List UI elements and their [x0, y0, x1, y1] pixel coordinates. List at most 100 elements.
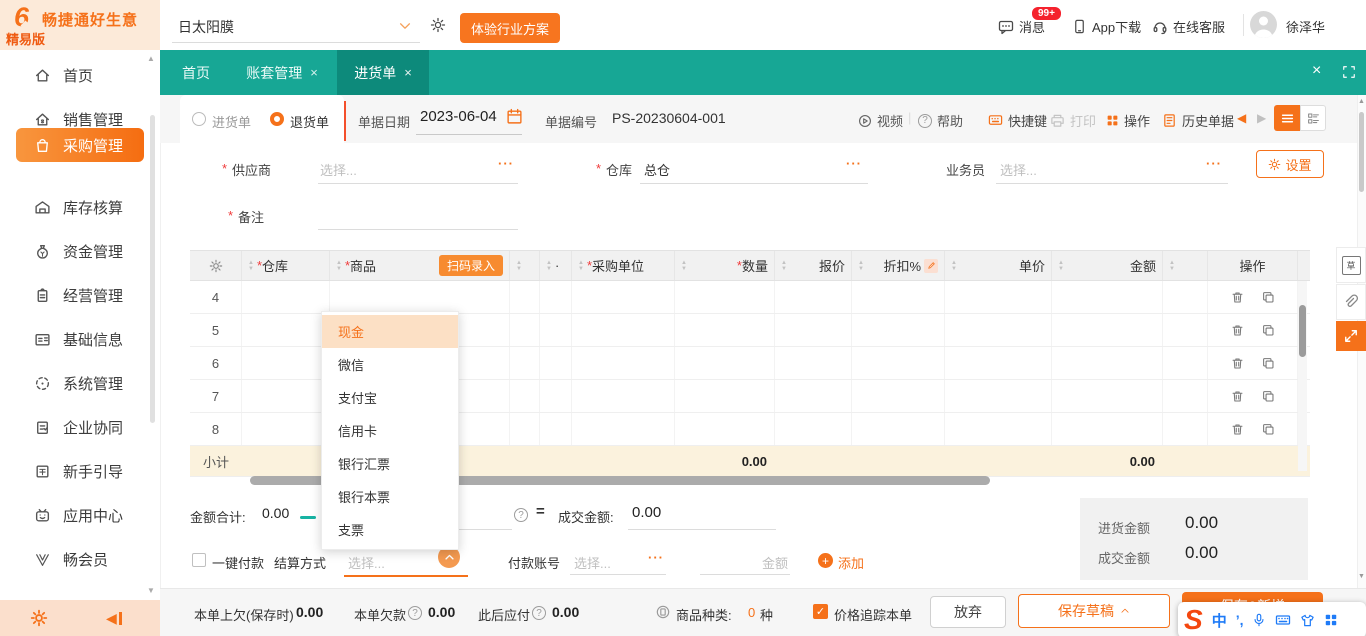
cell[interactable]: [1052, 281, 1163, 313]
tab-close-icon[interactable]: ×: [310, 65, 318, 80]
cell[interactable]: [510, 413, 540, 445]
warehouse-field[interactable]: 总仓: [644, 160, 670, 179]
support-button[interactable]: 在线客服: [1152, 17, 1225, 36]
add-payment-label[interactable]: 添加: [838, 553, 864, 572]
cell[interactable]: [510, 347, 540, 379]
cell[interactable]: [945, 281, 1052, 313]
ime-lang-toggle[interactable]: 中: [1212, 610, 1227, 631]
radio-purchase-order[interactable]: [192, 112, 206, 126]
cell[interactable]: [1163, 413, 1208, 445]
tab-close-icon[interactable]: ×: [404, 65, 412, 80]
cell[interactable]: [945, 314, 1052, 346]
sidebar-item-purchase[interactable]: 采购管理: [16, 128, 144, 162]
cell[interactable]: [1052, 413, 1163, 445]
avatar[interactable]: [1250, 11, 1277, 38]
header-gear-icon[interactable]: [190, 251, 242, 280]
table-row[interactable]: 4: [190, 281, 1310, 314]
help-button[interactable]: ? 帮助: [918, 111, 963, 130]
ime-mic-icon[interactable]: [1252, 613, 1266, 627]
help-circle-icon[interactable]: ?: [532, 606, 546, 620]
sidebar-item-app-center[interactable]: 应用中心: [0, 497, 160, 533]
sort-icon[interactable]: ▲ ▼: [248, 260, 254, 272]
view-toggle-list[interactable]: [1274, 105, 1300, 131]
sidebar-item-guide[interactable]: 新手引导: [0, 453, 160, 489]
sidebar-item-collaboration[interactable]: 企业协同: [0, 409, 160, 445]
cell[interactable]: [675, 413, 775, 445]
cell[interactable]: [330, 281, 510, 313]
side-attach-button[interactable]: [1336, 284, 1366, 320]
deal-amount-value[interactable]: 0.00: [632, 504, 661, 521]
scroll-down-icon[interactable]: ▼: [1358, 573, 1365, 580]
cell[interactable]: [775, 314, 852, 346]
cell[interactable]: [1163, 347, 1208, 379]
copy-row-icon[interactable]: [1262, 357, 1275, 370]
radio-return-order[interactable]: [270, 112, 284, 126]
ime-skin-icon[interactable]: [1300, 613, 1315, 628]
sidebar-item-inventory[interactable]: 库存核算: [0, 189, 160, 225]
clerk-picker-icon[interactable]: ···: [1206, 156, 1222, 171]
date-value[interactable]: 2023-06-04: [420, 108, 497, 125]
tab-account[interactable]: 账套管理 ×: [227, 50, 337, 95]
print-button[interactable]: 打印: [1050, 111, 1096, 130]
tabbar-close-icon[interactable]: ×: [1312, 62, 1321, 80]
account-picker-icon[interactable]: ···: [648, 550, 664, 565]
sort-icon[interactable]: ▲ ▼: [1058, 260, 1064, 272]
cell[interactable]: [242, 413, 330, 445]
cell[interactable]: [852, 314, 945, 346]
cell[interactable]: [1052, 380, 1163, 412]
help-circle-icon[interactable]: ?: [408, 606, 422, 620]
help-circle-icon[interactable]: ?: [514, 508, 528, 522]
sidebar-scroll-up-icon[interactable]: ▲: [147, 54, 155, 63]
cell[interactable]: [1052, 347, 1163, 379]
ime-toolbox-icon[interactable]: [1324, 613, 1338, 627]
menu-item-credit-card[interactable]: 信用卡: [322, 414, 458, 447]
tab-purchase[interactable]: 进货单 ×: [337, 50, 429, 95]
sidebar-scroll-down-icon[interactable]: ▼: [147, 586, 155, 595]
cell[interactable]: [540, 413, 572, 445]
sort-icon[interactable]: ▲ ▼: [336, 260, 342, 272]
cell[interactable]: [852, 380, 945, 412]
sort-icon[interactable]: ▲ ▼: [681, 260, 687, 272]
menu-item-check[interactable]: 支票: [322, 513, 458, 546]
cell[interactable]: [775, 380, 852, 412]
sort-icon[interactable]: ▲ ▼: [858, 260, 864, 272]
sort-icon[interactable]: ▲ ▼: [1169, 260, 1175, 272]
clerk-field[interactable]: 选择...: [1000, 160, 1037, 179]
side-draft-button[interactable]: 草: [1336, 247, 1366, 283]
app-download-button[interactable]: App下载: [1072, 17, 1141, 36]
menu-item-cash[interactable]: 现金: [322, 315, 458, 348]
hotkey-button[interactable]: 快捷键: [988, 111, 1047, 130]
ime-keyboard-icon[interactable]: [1275, 612, 1291, 628]
delete-row-icon[interactable]: [1231, 357, 1244, 370]
delete-row-icon[interactable]: [1231, 423, 1244, 436]
cell[interactable]: [775, 281, 852, 313]
sort-icon[interactable]: ▲ ▼: [781, 260, 787, 272]
ime-punct-toggle[interactable]: ’,: [1236, 612, 1244, 628]
warehouse-picker-icon[interactable]: ···: [846, 156, 862, 171]
sort-icon[interactable]: ▲ ▼: [578, 260, 584, 272]
collapse-sidebar-button[interactable]: ◀: [106, 610, 122, 627]
cell[interactable]: [242, 347, 330, 379]
add-payment-icon[interactable]: +: [818, 553, 833, 568]
cell[interactable]: [510, 281, 540, 313]
cell[interactable]: [572, 380, 675, 412]
pay-amount-input[interactable]: 金额: [700, 553, 788, 572]
cell[interactable]: [945, 413, 1052, 445]
cell[interactable]: [775, 347, 852, 379]
sidebar-item-member[interactable]: 畅会员: [0, 541, 160, 577]
sort-icon[interactable]: ▲ ▼: [546, 260, 552, 272]
cell[interactable]: [572, 314, 675, 346]
method-select[interactable]: 选择...: [348, 553, 385, 572]
delete-row-icon[interactable]: [1231, 324, 1244, 337]
discount-input-underline[interactable]: [458, 529, 512, 530]
sidebar-item-funds[interactable]: 资金管理: [0, 233, 160, 269]
sidebar-scrollbar[interactable]: [150, 115, 155, 423]
menu-item-cashier-check[interactable]: 银行本票: [322, 480, 458, 513]
sidebar-item-home[interactable]: 首页: [0, 57, 160, 93]
menu-item-bank-draft[interactable]: 银行汇票: [322, 447, 458, 480]
sidebar-item-system[interactable]: 系统管理: [0, 365, 160, 401]
main-vscrollbar-thumb[interactable]: [1359, 112, 1364, 192]
cell[interactable]: [572, 413, 675, 445]
cell[interactable]: [675, 281, 775, 313]
remark-field[interactable]: [318, 229, 518, 230]
